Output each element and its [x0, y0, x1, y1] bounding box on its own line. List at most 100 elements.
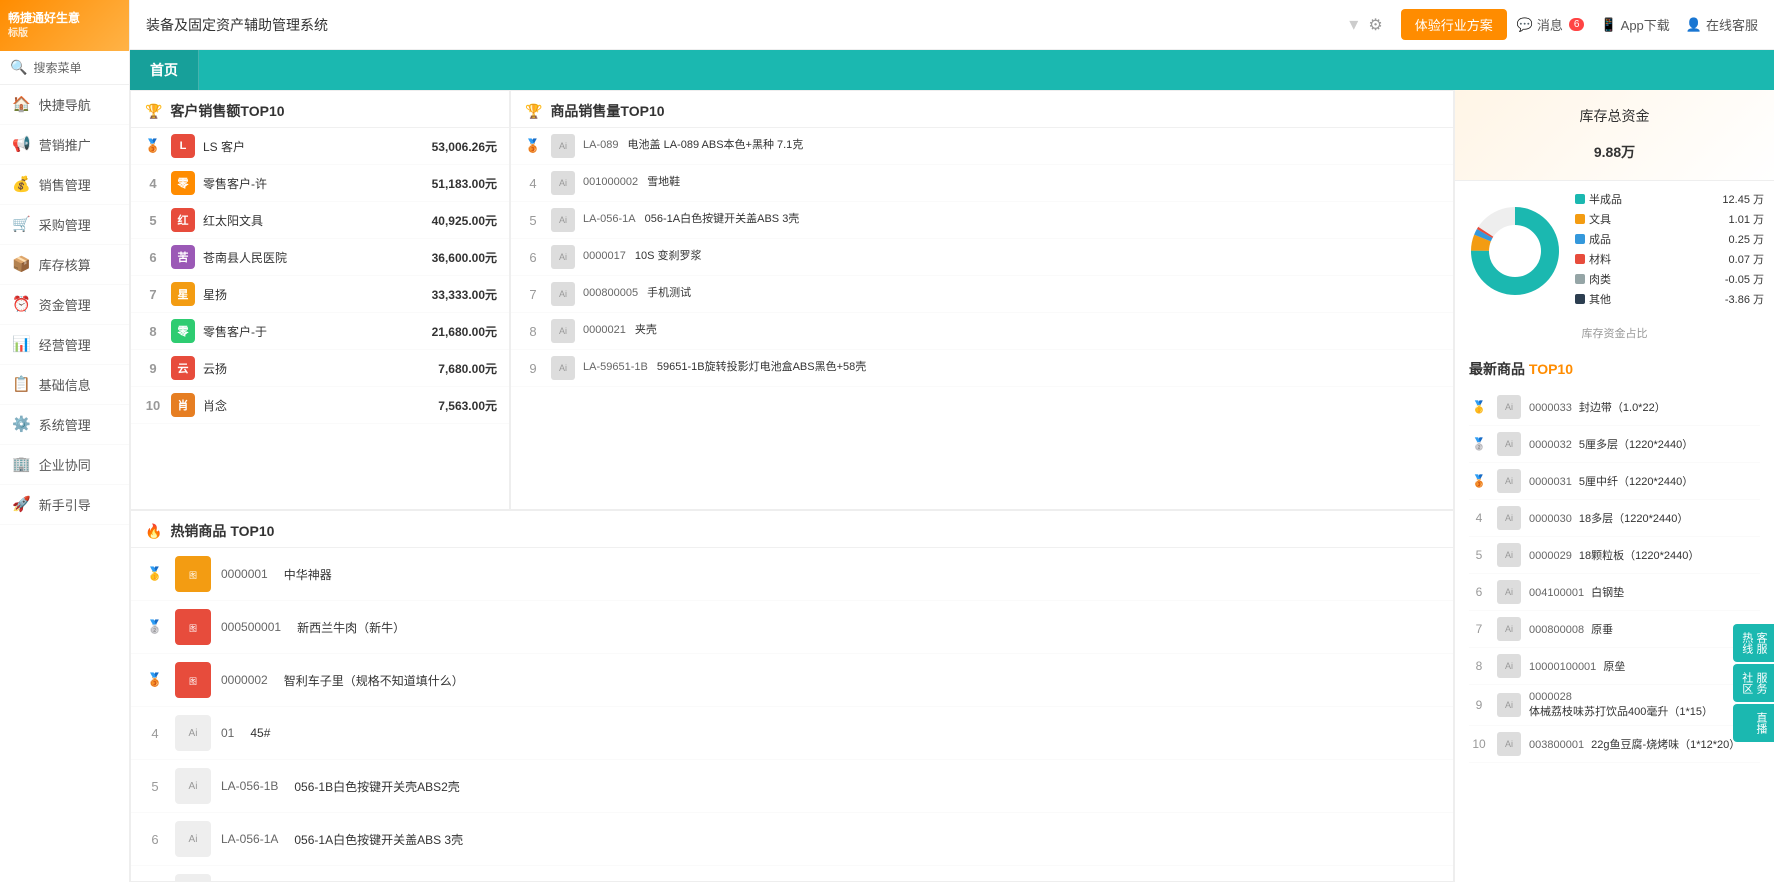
product-image: Ai [1497, 654, 1521, 678]
product-info: 000800005 手机测试 [583, 286, 1441, 301]
avatar: 零 [171, 171, 195, 195]
livestream-button[interactable]: 直播 [1733, 704, 1774, 742]
stock-title: 库存总资金 [1471, 106, 1758, 126]
product-info: 0000017 10S 变刹罗浆 [583, 249, 1441, 264]
table-row: 9 云 云扬 7,680.00元 [131, 350, 509, 387]
table-row: 🥈 图 000500001 新西兰牛肉（新牛） [131, 601, 1453, 654]
app-download-button[interactable]: 📱 App下载 [1600, 15, 1669, 34]
list-item: 🥉 Ai 0000031 5厘中纤（1220*2440） [1469, 463, 1760, 500]
product-code: 000800005 [583, 287, 638, 299]
legend-value: 12.45 万 [1722, 191, 1764, 207]
sidebar-item-operation[interactable]: 📊 经营管理 [0, 325, 129, 365]
product-image: 图 [175, 662, 211, 698]
rank-number: 9 [1469, 698, 1489, 712]
nav-label: 库存核算 [39, 255, 91, 274]
product-name: 5厘多层（1220*2440） [1579, 439, 1693, 451]
product-image: Ai [551, 319, 575, 343]
rank-number: 5 [1469, 548, 1489, 562]
table-row: 🥉 图 0000002 智利车子里（规格不知道填什么） [131, 654, 1453, 707]
sidebar-item-inventory[interactable]: 📦 库存核算 [0, 245, 129, 285]
search-icon: 🔍 [10, 59, 27, 76]
rank-number: 4 [523, 176, 543, 191]
legend-dot [1575, 274, 1585, 284]
list-item: 6 Ai 004100001 白钢垫 [1469, 574, 1760, 611]
table-row: 🥉 L LS 客户 53,006.26元 [131, 128, 509, 165]
legend-dot [1575, 254, 1585, 264]
table-row: 8 Ai 0000021 夹壳 [511, 313, 1453, 350]
product-name: 10S 变刹罗浆 [635, 250, 702, 262]
hot-products-panel: 🔥 热销商品 TOP10 🥇 图 0000001 中华神器 🥈 图 [130, 510, 1454, 882]
sidebar-item-sales[interactable]: 💰 销售管理 [0, 165, 129, 205]
message-button[interactable]: 💬 消息 6 [1517, 15, 1585, 34]
customer-amount: 21,680.00元 [432, 323, 497, 340]
product-info: 0000030 18多层（1220*2440） [1529, 510, 1760, 526]
tab-home[interactable]: 首页 [130, 50, 199, 90]
legend-label: 文具 [1589, 211, 1725, 227]
rank-number: 8 [143, 324, 163, 339]
customer-ranking-list: 🥉 L LS 客户 53,006.26元 4 零 零售客户-许 51,183.0… [131, 128, 509, 424]
search-menu[interactable]: 🔍 搜索菜单 [0, 51, 129, 85]
product-code: LA-59651-1B [583, 361, 648, 373]
sidebar-item-finance[interactable]: ⏰ 资金管理 [0, 285, 129, 325]
table-row: 4 Ai 01 45# [131, 707, 1453, 760]
table-row: 4 零 零售客户-许 51,183.00元 [131, 165, 509, 202]
sidebar-item-system[interactable]: ⚙️ 系统管理 [0, 405, 129, 445]
sidebar-item-basic[interactable]: 📋 基础信息 [0, 365, 129, 405]
table-row: 🥉 Ai LA-089 电池盖 LA-089 ABS本色+黑种 7.1克 [511, 128, 1453, 165]
avatar: 红 [171, 208, 195, 232]
sidebar-item-purchase[interactable]: 🛒 采购管理 [0, 205, 129, 245]
customer-service-button[interactable]: 客服热线 [1733, 624, 1774, 662]
sidebar-item-quick-nav[interactable]: 🏠 快捷导航 [0, 85, 129, 125]
table-row: 10 肖 肖念 7,563.00元 [131, 387, 509, 424]
customer-amount: 7,563.00元 [438, 397, 497, 414]
nav-label: 企业协同 [39, 455, 91, 474]
right-panel: 库存总资金 9.88万 [1454, 90, 1774, 882]
product-info: 0000028 体械荔枝味苏打饮品400毫升（1*15） [1529, 691, 1760, 719]
table-row: 5 Ai LA-056-1A 056-1A白色按键开关盖ABS 3壳 [511, 202, 1453, 239]
product-name: 18多层（1220*2440） [1579, 513, 1688, 525]
product-code: 003800001 [1529, 739, 1584, 751]
avatar: L [171, 134, 195, 158]
nav-label: 基础信息 [39, 375, 91, 394]
table-row: 9 Ai LA-59651-1B 59651-1B旋转投影灯电池盒ABS黑色+5… [511, 350, 1453, 387]
online-service-button[interactable]: 👤 在线客服 [1686, 15, 1758, 34]
svg-text:图: 图 [189, 624, 197, 633]
customer-name: 零售客户-许 [203, 175, 424, 192]
rank-number: 🥉 [143, 138, 163, 154]
product-name: 手机测试 [647, 287, 691, 299]
product-image: Ai [551, 134, 575, 158]
product-code: 0000021 [583, 324, 626, 336]
sidebar-item-guide[interactable]: 🚀 新手引导 [0, 485, 129, 525]
product-code: LA-056-1A [221, 832, 278, 846]
legend-dot [1575, 214, 1585, 224]
service-icon: 👤 [1686, 17, 1702, 33]
experience-button[interactable]: 体验行业方案 [1401, 9, 1507, 40]
service-community-button[interactable]: 服务社区 [1733, 664, 1774, 702]
sidebar-item-enterprise[interactable]: 🏢 企业协同 [0, 445, 129, 485]
stock-amount: 9.88万 [1471, 132, 1758, 164]
gear-icon[interactable]: ⚙ [1368, 15, 1382, 35]
svg-text:图: 图 [189, 571, 197, 580]
product-name: 056-1B白色按键开关壳ABS2壳 [294, 778, 459, 795]
tab-home-label: 首页 [150, 60, 178, 80]
rank-number: 🥉 [523, 138, 543, 154]
stock-unit: 万 [1621, 144, 1635, 160]
table-row: 7 Ai 000800005 手机测试 [511, 276, 1453, 313]
product-image: Ai [551, 356, 575, 380]
table-row: 🥇 图 0000001 中华神器 [131, 548, 1453, 601]
table-row: 6 Ai LA-056-1A 056-1A白色按键开关盖ABS 3壳 [131, 813, 1453, 866]
table-row: 7 Ai NB2.0X30B 2.0X30MM双搓花轴,搓花直径2.1MM/RO… [131, 866, 1453, 882]
product-info: 0000029 18颗粒板（1220*2440） [1529, 547, 1760, 563]
customer-name: 肖念 [203, 397, 430, 414]
phone-icon: 📱 [1600, 17, 1616, 33]
product-name: 中华神器 [284, 566, 332, 583]
product-code: LA-056-1A [583, 213, 636, 225]
product-code: LA-056-1B [221, 779, 278, 793]
table-row: 6 Ai 0000017 10S 变刹罗浆 [511, 239, 1453, 276]
rank-number: 6 [143, 250, 163, 265]
legend-value: 0.07 万 [1729, 251, 1764, 267]
avatar: 苦 [171, 245, 195, 269]
sidebar-item-marketing[interactable]: 📢 营销推广 [0, 125, 129, 165]
product-image: Ai [1497, 732, 1521, 756]
dropdown-icon[interactable]: ▾ [1349, 14, 1358, 35]
